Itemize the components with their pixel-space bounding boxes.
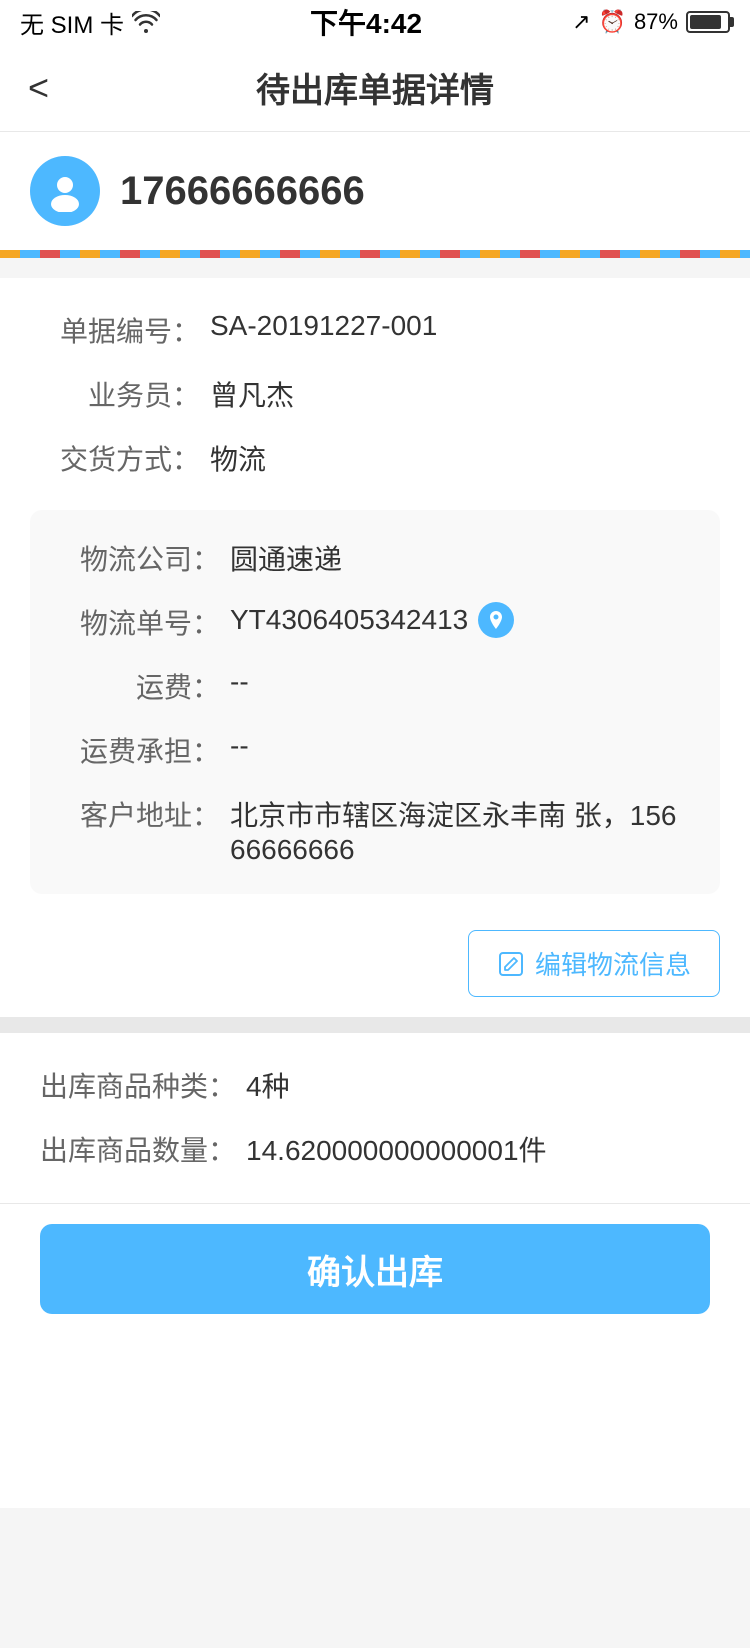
logistics-freight-bear-value: -- xyxy=(230,730,690,762)
carrier-label: 无 SIM 卡 xyxy=(20,5,124,40)
product-quantity-label: 出库商品数量： xyxy=(40,1129,236,1169)
product-quantity-row: 出库商品数量： 14.620000000000001件 xyxy=(40,1129,710,1169)
status-right: ↗ ⏰ 87% xyxy=(572,9,730,35)
battery-label: 87% xyxy=(634,9,678,35)
logistics-company-row: 物流公司： 圆通速递 xyxy=(60,538,690,578)
edit-btn-label: 编辑物流信息 xyxy=(535,945,691,982)
logistics-company-value: 圆通速递 xyxy=(230,538,690,578)
delivery-value: 物流 xyxy=(210,438,710,478)
confirm-outbound-button[interactable]: 确认出库 xyxy=(40,1224,710,1314)
edit-logistics-button[interactable]: 编辑物流信息 xyxy=(468,930,720,997)
back-button[interactable]: < xyxy=(28,67,49,109)
wifi-icon xyxy=(132,11,160,33)
logistics-address-value: 北京市市辖区海淀区永丰南 张，156 66666666 xyxy=(230,794,690,866)
agent-row: 业务员： 曾凡杰 xyxy=(40,374,710,414)
agent-label: 业务员： xyxy=(40,374,200,414)
edit-icon xyxy=(497,950,525,978)
delivery-label: 交货方式： xyxy=(40,438,200,478)
product-quantity-value: 14.620000000000001件 xyxy=(246,1129,547,1169)
products-section: 出库商品种类： 4种 出库商品数量： 14.620000000000001件 xyxy=(0,1033,750,1201)
product-type-row: 出库商品种类： 4种 xyxy=(40,1065,710,1105)
status-bar: 无 SIM 卡 下午4:42 ↗ ⏰ 87% xyxy=(0,0,750,44)
edit-btn-row: 编辑物流信息 xyxy=(0,910,750,1017)
avatar-person-icon xyxy=(44,170,86,212)
logistics-address-label: 客户地址： xyxy=(60,794,220,834)
logistics-freight-bear-row: 运费承担： -- xyxy=(60,730,690,770)
track-location-button[interactable] xyxy=(478,602,514,638)
page-title: 待出库单据详情 xyxy=(256,63,494,112)
location-status-icon: ↗ xyxy=(572,9,590,35)
logistics-freight-bear-label: 运费承担： xyxy=(60,730,220,770)
logistics-tracking-value: YT4306405342413 xyxy=(230,602,690,638)
product-type-label: 出库商品种类： xyxy=(40,1065,236,1105)
battery-fill xyxy=(690,15,721,29)
logistics-company-label: 物流公司： xyxy=(60,538,220,578)
nav-bar: < 待出库单据详情 xyxy=(0,44,750,132)
logistics-card: 物流公司： 圆通速递 物流单号： YT4306405342413 运费： -- xyxy=(30,510,720,894)
section-spacer-1 xyxy=(0,258,750,278)
order-number-row: 单据编号： SA-20191227-001 xyxy=(40,310,710,350)
logistics-freight-label: 运费： xyxy=(60,666,220,706)
order-number-label: 单据编号： xyxy=(40,310,200,350)
logistics-freight-value: -- xyxy=(230,666,690,698)
confirm-btn-label: 确认出库 xyxy=(307,1245,443,1294)
white-fill-area xyxy=(0,1308,750,1508)
map-pin-icon xyxy=(486,610,506,630)
order-number-value: SA-20191227-001 xyxy=(210,310,710,342)
status-left: 无 SIM 卡 xyxy=(20,5,160,40)
logistics-tracking-label: 物流单号： xyxy=(60,602,220,642)
dashed-divider xyxy=(0,250,750,258)
section-separator xyxy=(0,1017,750,1033)
agent-value: 曾凡杰 xyxy=(210,374,710,414)
logistics-tracking-row: 物流单号： YT4306405342413 xyxy=(60,602,690,642)
confirm-btn-area: 确认出库 xyxy=(0,1203,750,1334)
avatar xyxy=(30,156,100,226)
logistics-freight-row: 运费： -- xyxy=(60,666,690,706)
customer-header: 17666666666 xyxy=(0,132,750,250)
tracking-number: YT4306405342413 xyxy=(230,604,468,636)
product-type-value: 4种 xyxy=(246,1065,290,1105)
status-time: 下午4:42 xyxy=(310,2,422,42)
alarm-icon: ⏰ xyxy=(599,9,626,35)
customer-phone: 17666666666 xyxy=(120,169,365,214)
battery-icon xyxy=(686,11,730,33)
order-info-section: 单据编号： SA-20191227-001 业务员： 曾凡杰 交货方式： 物流 xyxy=(0,278,750,510)
delivery-row: 交货方式： 物流 xyxy=(40,438,710,478)
logistics-card-wrapper: 物流公司： 圆通速递 物流单号： YT4306405342413 运费： -- xyxy=(0,510,750,910)
logistics-address-row: 客户地址： 北京市市辖区海淀区永丰南 张，156 66666666 xyxy=(60,794,690,866)
